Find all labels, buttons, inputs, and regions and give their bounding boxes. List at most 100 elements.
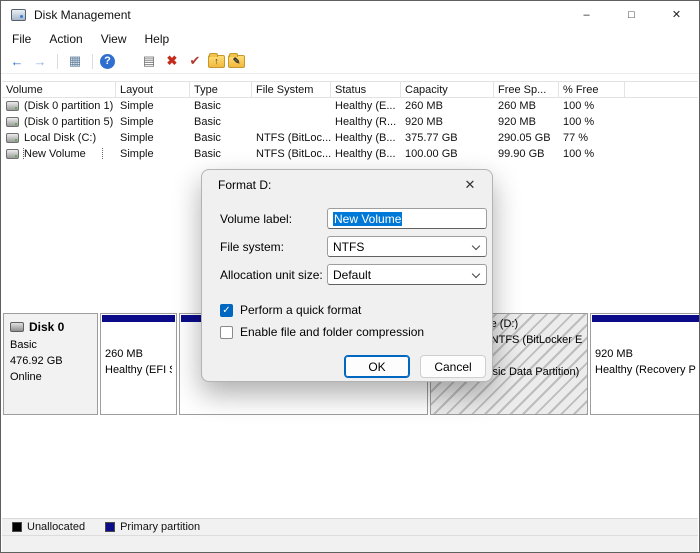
column-header-capacity[interactable]: Capacity: [401, 82, 494, 97]
column-header-pct-free[interactable]: % Free: [559, 82, 625, 97]
drive-icon: [6, 101, 19, 111]
column-header-volume[interactable]: Volume: [2, 82, 116, 97]
cell-type: Basic: [190, 132, 252, 144]
partition-efi[interactable]: 260 MB Healthy (EFI Sy: [100, 313, 177, 415]
table-row-new-volume[interactable]: New Volume Simple Basic NTFS (BitLoc... …: [2, 146, 698, 162]
cell-free-space: 260 MB: [494, 100, 559, 112]
drive-icon: [6, 133, 19, 143]
compression-label: Enable file and folder compression: [240, 325, 424, 339]
disk-icon: [10, 322, 24, 332]
format-dialog: Format D: ✕ Volume label: New Volume Fil…: [201, 169, 493, 382]
quick-format-checkbox[interactable]: Perform a quick format: [220, 303, 361, 317]
cell-layout: Simple: [116, 100, 190, 112]
cell-status: Healthy (B...: [331, 132, 401, 144]
partition-stripe: [102, 315, 175, 322]
disk-management-window: Disk Management – □ ✕ File Action View H…: [0, 0, 700, 553]
compression-checkbox[interactable]: Enable file and folder compression: [220, 325, 424, 339]
cell-capacity: 100.00 GB: [401, 148, 494, 160]
forward-icon[interactable]: →: [30, 52, 50, 70]
partition-status: Healthy (Recovery P: [595, 362, 700, 378]
cell-free-space: 920 MB: [494, 116, 559, 128]
menu-view[interactable]: View: [92, 30, 136, 48]
checkbox-checked-icon: [220, 304, 233, 317]
menu-bar: File Action View Help: [1, 28, 699, 49]
column-header-layout[interactable]: Layout: [116, 82, 190, 97]
mark-active-icon[interactable]: ✔: [185, 52, 205, 70]
file-system-value: NTFS: [333, 240, 364, 254]
dialog-title: Format D:: [218, 178, 271, 192]
cell-pct-free: 100 %: [559, 148, 625, 160]
explore-folder-icon[interactable]: ↑: [208, 55, 225, 68]
checkbox-unchecked-icon: [220, 326, 233, 339]
volume-label-input[interactable]: New Volume: [327, 208, 487, 229]
partition-stripe: [592, 315, 700, 322]
cell-capacity: 375.77 GB: [401, 132, 494, 144]
volume-label-value: New Volume: [333, 212, 402, 226]
volume-name: (Disk 0 partition 1): [24, 100, 113, 112]
delete-volume-icon[interactable]: ✖: [162, 52, 182, 70]
disk-name: Disk 0: [29, 319, 64, 335]
column-header-status[interactable]: Status: [331, 82, 401, 97]
file-system-label: File system:: [220, 240, 284, 254]
column-header-type[interactable]: Type: [190, 82, 252, 97]
close-button[interactable]: ✕: [654, 1, 699, 28]
table-row-local-disk-c[interactable]: Local Disk (C:) Simple Basic NTFS (BitLo…: [2, 130, 698, 146]
column-header-file-system[interactable]: File System: [252, 82, 331, 97]
file-system-select[interactable]: NTFS: [327, 236, 487, 257]
dialog-close-icon[interactable]: ✕: [461, 176, 479, 194]
volume-name-selected: New Volume: [24, 148, 102, 160]
allocation-unit-label: Allocation unit size:: [220, 268, 323, 282]
help-icon[interactable]: ?: [100, 54, 115, 69]
app-icon: [11, 9, 26, 21]
table-row-partition-1[interactable]: (Disk 0 partition 1) Simple Basic Health…: [2, 98, 698, 114]
volume-table-header: Volume Layout Type File System Status Ca…: [2, 81, 698, 98]
drive-icon: [6, 149, 19, 159]
partition-size: 260 MB: [105, 346, 172, 362]
partition-recovery[interactable]: 920 MB Healthy (Recovery P: [590, 313, 700, 415]
legend-label: Primary partition: [120, 521, 200, 533]
minimize-button[interactable]: –: [564, 1, 609, 28]
toolbar-separator: [92, 54, 93, 69]
drive-icon: [6, 117, 19, 127]
cell-type: Basic: [190, 100, 252, 112]
legend-label: Unallocated: [27, 521, 85, 533]
cell-free-space: 99.90 GB: [494, 148, 559, 160]
cell-layout: Simple: [116, 148, 190, 160]
cell-free-space: 290.05 GB: [494, 132, 559, 144]
status-area: Unallocated Primary partition: [2, 518, 698, 553]
back-icon[interactable]: ←: [7, 52, 27, 70]
legend-primary-partition: Primary partition: [105, 521, 200, 533]
volume-name: Local Disk (C:): [24, 132, 96, 144]
extend-folder-icon[interactable]: ✎: [228, 55, 245, 68]
cell-status: Healthy (B...: [331, 148, 401, 160]
volume-name: (Disk 0 partition 5): [24, 116, 113, 128]
properties-icon[interactable]: ▤: [139, 52, 159, 70]
unallocated-swatch: [12, 522, 22, 532]
console-tree-icon[interactable]: ▦: [65, 52, 85, 70]
window-controls: – □ ✕: [564, 1, 699, 28]
toolbar-separator: [57, 54, 58, 69]
allocation-unit-select[interactable]: Default: [327, 264, 487, 285]
cell-pct-free: 100 %: [559, 100, 625, 112]
cell-status: Healthy (E...: [331, 100, 401, 112]
legend: Unallocated Primary partition: [2, 519, 698, 536]
cell-capacity: 920 MB: [401, 116, 494, 128]
disk-0-label[interactable]: Disk 0 Basic 476.92 GB Online: [3, 313, 98, 415]
menu-file[interactable]: File: [3, 30, 40, 48]
cancel-button[interactable]: Cancel: [420, 355, 486, 378]
quick-format-label: Perform a quick format: [240, 303, 361, 317]
ok-button[interactable]: OK: [344, 355, 410, 378]
volume-table: Volume Layout Type File System Status Ca…: [2, 81, 698, 162]
menu-action[interactable]: Action: [40, 30, 91, 48]
cell-pct-free: 77 %: [559, 132, 625, 144]
column-header-free-space[interactable]: Free Sp...: [494, 82, 559, 97]
table-row-partition-5[interactable]: (Disk 0 partition 5) Simple Basic Health…: [2, 114, 698, 130]
menu-help[interactable]: Help: [136, 30, 179, 48]
maximize-button[interactable]: □: [609, 1, 654, 28]
cell-status: Healthy (R...: [331, 116, 401, 128]
cell-file-system: NTFS (BitLoc...: [252, 148, 331, 160]
chevron-down-icon: [472, 242, 480, 250]
allocation-unit-value: Default: [333, 268, 371, 282]
cell-type: Basic: [190, 148, 252, 160]
window-title: Disk Management: [34, 8, 131, 22]
